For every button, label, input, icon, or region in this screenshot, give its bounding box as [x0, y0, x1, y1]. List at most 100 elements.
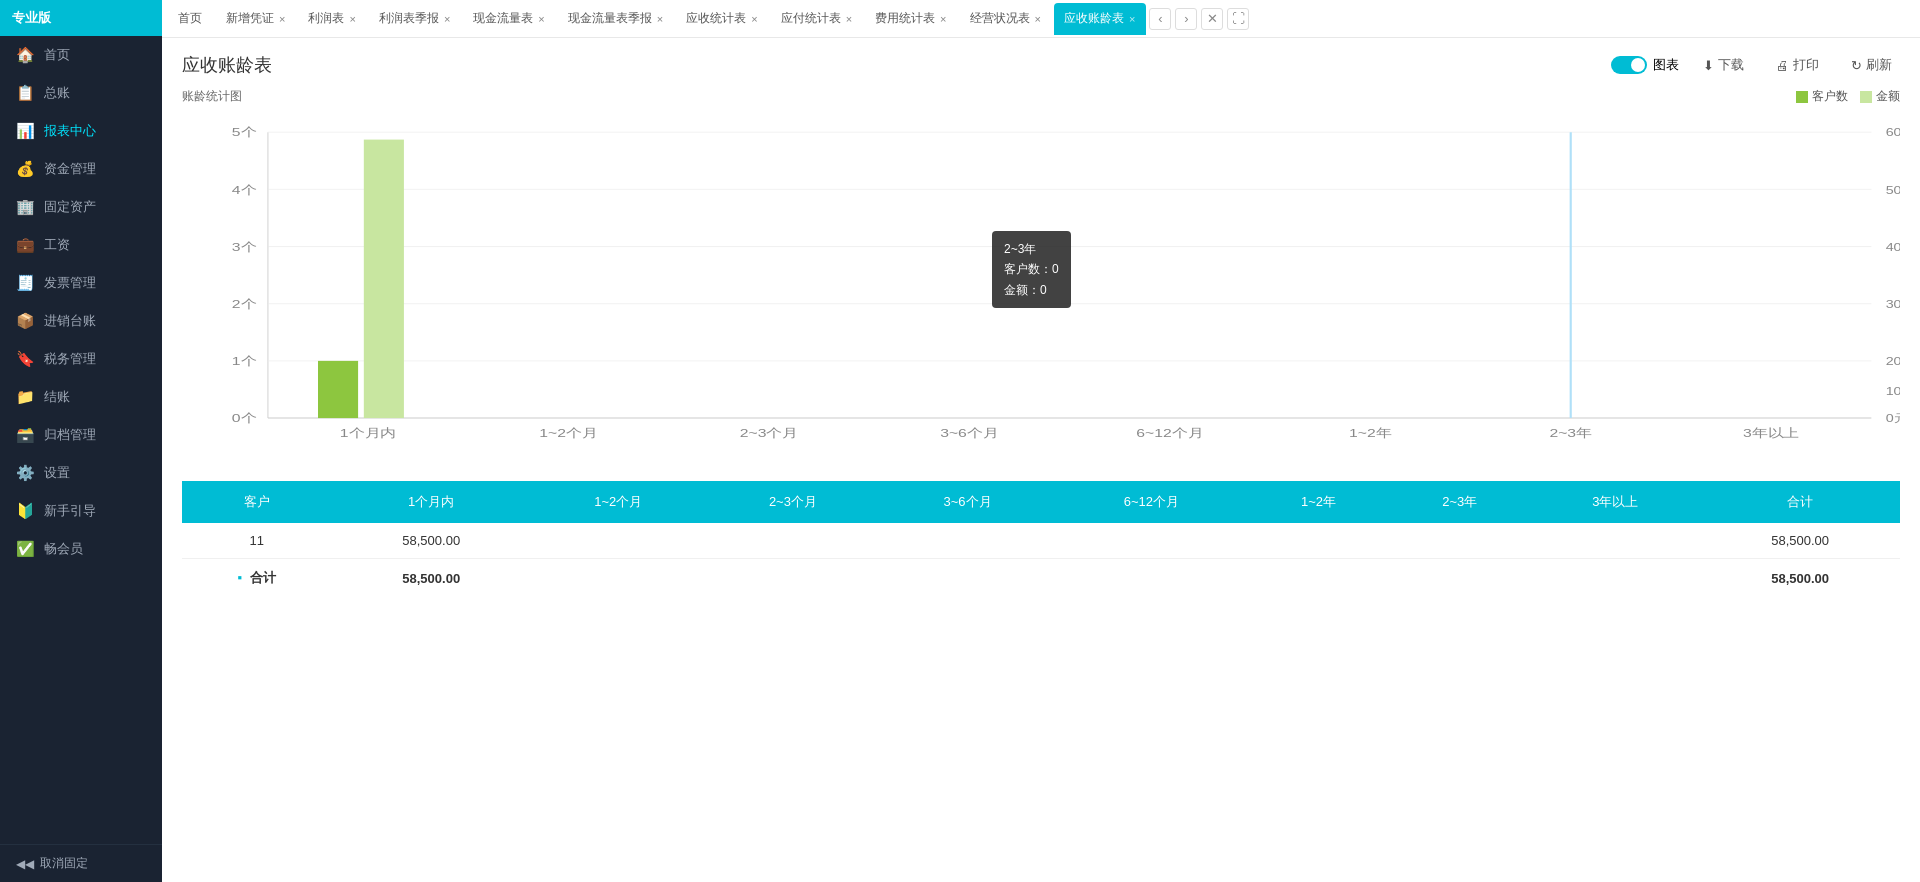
sidebar-item-vip[interactable]: ✅ 畅会员 [0, 530, 162, 568]
chart-toggle-switch[interactable] [1611, 56, 1647, 74]
cell-customer: 11 [182, 523, 331, 559]
chart-svg: 5个 4个 3个 2个 1个 0个 60,000.00元 50,000.00元 … [182, 111, 1900, 471]
legend-amount: 金额 [1860, 88, 1900, 105]
download-button[interactable]: ⬇ 下载 [1695, 52, 1752, 78]
tab-expand[interactable]: ⛶ [1227, 8, 1249, 30]
main-content: 首页 新增凭证 × 利润表 × 利润表季报 × 现金流量表 × 现金流量表季报 … [162, 0, 1920, 882]
tab-biz-status[interactable]: 经营状况表 × [960, 3, 1052, 35]
th-m3-6: 3~6个月 [880, 481, 1055, 523]
guide-icon: 🔰 [16, 502, 34, 520]
page-content: 应收账龄表 图表 ⬇ 下载 🖨 打印 ↻ 刷新 [162, 38, 1920, 882]
sidebar-item-sales[interactable]: 📦 进销台账 [0, 302, 162, 340]
close-tab-biz-status[interactable]: × [1034, 13, 1042, 25]
close-tab-profit-q[interactable]: × [443, 13, 451, 25]
close-tab-ar-aging[interactable]: × [1128, 13, 1136, 25]
chart-legend: 客户数 金额 [1796, 88, 1900, 105]
close-tab-ar-stat[interactable]: × [750, 13, 758, 25]
tab-home[interactable]: 首页 [166, 3, 214, 35]
download-icon: ⬇ [1703, 58, 1714, 73]
refresh-button[interactable]: ↻ 刷新 [1843, 52, 1900, 78]
sidebar-item-ledger[interactable]: 📋 总账 [0, 74, 162, 112]
svg-text:1个: 1个 [232, 354, 257, 367]
tab-profit[interactable]: 利润表 × [298, 3, 366, 35]
close-tab-profit[interactable]: × [348, 13, 356, 25]
th-m6-12: 6~12个月 [1055, 481, 1248, 523]
sidebar-item-label: 资金管理 [44, 160, 96, 178]
tab-ap-stat[interactable]: 应付统计表 × [771, 3, 863, 35]
sidebar-item-close[interactable]: 📁 结账 [0, 378, 162, 416]
svg-text:4个: 4个 [232, 183, 257, 196]
cell-m1-2 [531, 523, 706, 559]
sidebar-item-label: 总账 [44, 84, 70, 102]
th-m2-3: 2~3个月 [706, 481, 881, 523]
svg-text:10,000.00元: 10,000.00元 [1886, 386, 1900, 398]
page-header: 应收账龄表 图表 ⬇ 下载 🖨 打印 ↻ 刷新 [162, 38, 1920, 88]
sidebar-item-label: 进销台账 [44, 312, 96, 330]
tab-expense[interactable]: 费用统计表 × [865, 3, 957, 35]
cell-m6-12 [1055, 523, 1248, 559]
chart-container: 5个 4个 3个 2个 1个 0个 60,000.00元 50,000.00元 … [182, 111, 1900, 471]
th-m1: 1个月内 [331, 481, 531, 523]
close-tab-cashflow-q[interactable]: × [656, 13, 664, 25]
sidebar-item-label: 工资 [44, 236, 70, 254]
th-m1-2: 1~2个月 [531, 481, 706, 523]
sidebar-item-fixed[interactable]: 🏢 固定资产 [0, 188, 162, 226]
cell-m1: 58,500.00 [331, 523, 531, 559]
sidebar-item-settings[interactable]: ⚙️ 设置 [0, 454, 162, 492]
sidebar-item-tax[interactable]: 🔖 税务管理 [0, 340, 162, 378]
svg-text:0个: 0个 [232, 411, 257, 424]
sidebar-item-home[interactable]: 🏠 首页 [0, 36, 162, 74]
chart-toggle-label: 图表 [1653, 56, 1679, 74]
svg-text:6~12个月: 6~12个月 [1136, 426, 1203, 439]
close-tab-cashflow[interactable]: × [537, 13, 545, 25]
svg-text:3~6个月: 3~6个月 [940, 426, 999, 439]
close-tab-expense[interactable]: × [939, 13, 947, 25]
sidebar-item-fund[interactable]: 💰 资金管理 [0, 150, 162, 188]
legend-customer: 客户数 [1796, 88, 1848, 105]
svg-text:20,000.00元: 20,000.00元 [1886, 356, 1900, 368]
cell-y1-2 [1248, 523, 1389, 559]
footer-y2-3 [1389, 559, 1530, 598]
sidebar-item-label: 新手引导 [44, 502, 96, 520]
table-row: 11 58,500.00 58,500.00 [182, 523, 1900, 559]
legend-amount-label: 金额 [1876, 88, 1900, 105]
report-icon: 📊 [16, 122, 34, 140]
th-y2-3: 2~3年 [1389, 481, 1530, 523]
print-icon: 🖨 [1776, 58, 1789, 73]
legend-customer-color [1796, 91, 1808, 103]
print-button[interactable]: 🖨 打印 [1768, 52, 1827, 78]
tab-nav-prev[interactable]: ‹ [1149, 8, 1171, 30]
close-tab-voucher[interactable]: × [278, 13, 286, 25]
header-actions: 图表 ⬇ 下载 🖨 打印 ↻ 刷新 [1611, 52, 1900, 78]
tab-nav-next[interactable]: › [1175, 8, 1197, 30]
cell-total: 58,500.00 [1700, 523, 1900, 559]
data-table: 客户 1个月内 1~2个月 2~3个月 3~6个月 6~12个月 1~2年 2~… [182, 481, 1900, 597]
tab-profit-q[interactable]: 利润表季报 × [369, 3, 461, 35]
footer-label: ▪ 合计 [182, 559, 331, 598]
tab-ar-aging[interactable]: 应收账龄表 × [1054, 3, 1146, 35]
table-footer-row: ▪ 合计 58,500.00 58,500.00 [182, 559, 1900, 598]
close-tab-ap-stat[interactable]: × [845, 13, 853, 25]
settings-icon: ⚙️ [16, 464, 34, 482]
sidebar-item-guide[interactable]: 🔰 新手引导 [0, 492, 162, 530]
th-y3-plus: 3年以上 [1530, 481, 1700, 523]
sidebar-item-invoice[interactable]: 🧾 发票管理 [0, 264, 162, 302]
cell-y2-3 [1389, 523, 1530, 559]
cell-y3-plus [1530, 523, 1700, 559]
sidebar-item-report[interactable]: 📊 报表中心 [0, 112, 162, 150]
footer-m3-6 [880, 559, 1055, 598]
tab-close-all[interactable]: ✕ [1201, 8, 1223, 30]
svg-text:3年以上: 3年以上 [1743, 426, 1800, 439]
sidebar-toggle-pin[interactable]: ◀◀ 取消固定 [0, 844, 162, 882]
svg-text:2~3个月: 2~3个月 [740, 426, 799, 439]
bar-customer-0 [318, 361, 358, 418]
sidebar-item-archive[interactable]: 🗃️ 归档管理 [0, 416, 162, 454]
tab-ar-stat[interactable]: 应收统计表 × [676, 3, 768, 35]
sidebar-item-label: 发票管理 [44, 274, 96, 292]
sidebar-item-salary[interactable]: 💼 工资 [0, 226, 162, 264]
cell-m3-6 [880, 523, 1055, 559]
tab-cashflow[interactable]: 现金流量表 × [463, 3, 555, 35]
tab-voucher[interactable]: 新增凭证 × [216, 3, 296, 35]
tab-cashflow-q[interactable]: 现金流量表季报 × [558, 3, 674, 35]
table-wrapper: 客户 1个月内 1~2个月 2~3个月 3~6个月 6~12个月 1~2年 2~… [182, 481, 1900, 882]
